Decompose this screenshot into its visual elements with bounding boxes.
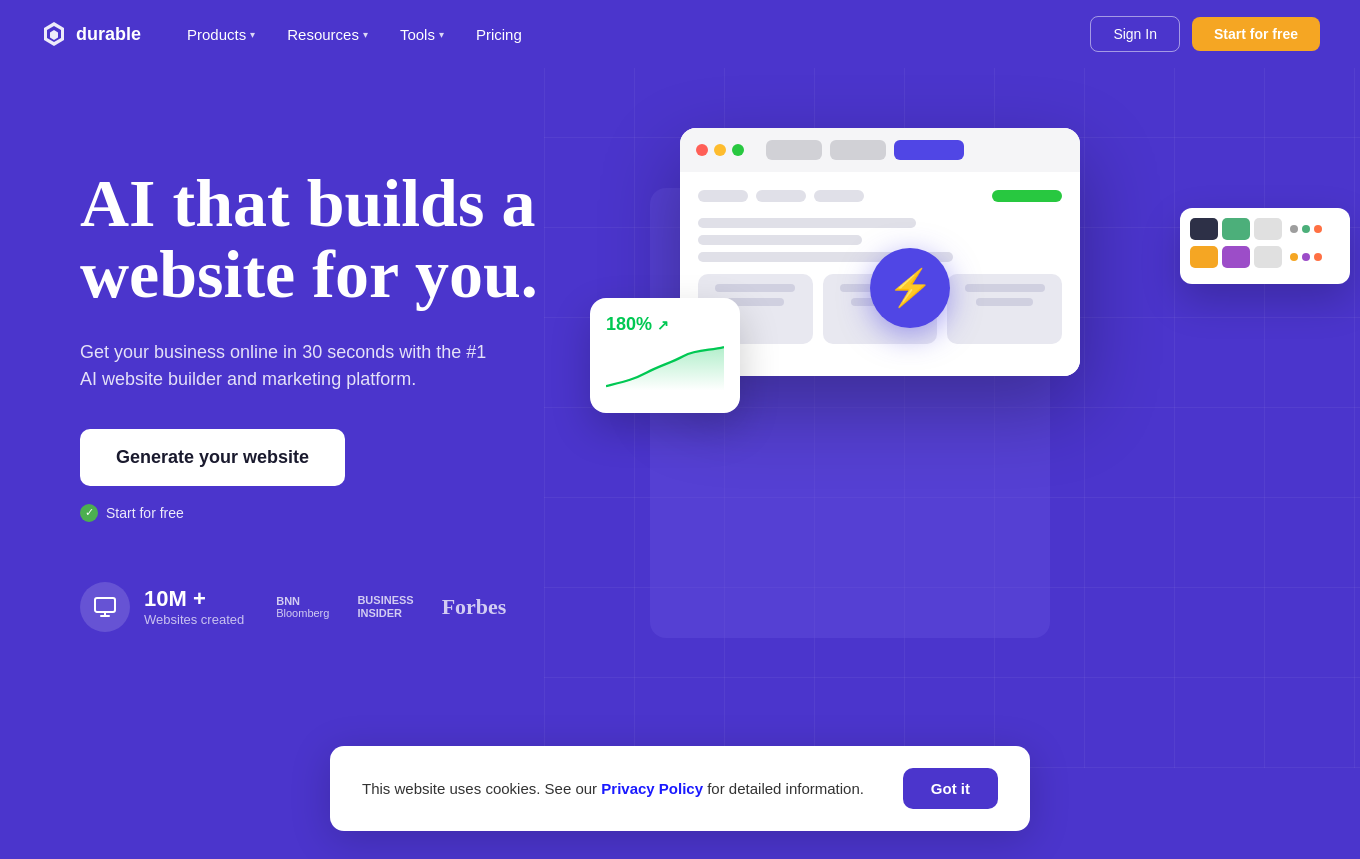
browser-tabs bbox=[766, 140, 964, 160]
lightning-icon: ⚡ bbox=[888, 267, 933, 309]
forbes-logo: Forbes bbox=[442, 594, 507, 620]
nav-block-3 bbox=[814, 190, 864, 202]
nav-pricing[interactable]: Pricing bbox=[462, 18, 536, 51]
start-free-note: ✓ Start for free bbox=[80, 504, 600, 522]
press-logos: BNN Bloomberg BUSINESS INSIDER Forbes bbox=[276, 594, 506, 620]
browser-tab-active bbox=[894, 140, 964, 160]
swatch-light-2 bbox=[1254, 246, 1282, 268]
growth-chart bbox=[606, 343, 724, 393]
lightning-circle: ⚡ bbox=[870, 248, 950, 328]
growth-arrow: ↗ bbox=[657, 317, 669, 333]
browser-text-lines bbox=[698, 218, 1062, 262]
swatch-purple bbox=[1222, 246, 1250, 268]
stat-label: Websites created bbox=[144, 612, 244, 627]
text-line-1 bbox=[698, 218, 916, 228]
palette-dot-2 bbox=[1302, 225, 1310, 233]
palette-dot-4 bbox=[1290, 253, 1298, 261]
text-line-2 bbox=[698, 235, 862, 245]
traffic-lights bbox=[696, 144, 744, 156]
nav-block-1 bbox=[698, 190, 748, 202]
palette-dot-6 bbox=[1314, 253, 1322, 261]
swatch-green bbox=[1222, 218, 1250, 240]
browser-nav-bar bbox=[698, 190, 1062, 202]
palette-row-2 bbox=[1190, 246, 1340, 268]
monitor-icon-wrap bbox=[80, 582, 130, 632]
chevron-down-icon: ▾ bbox=[439, 29, 444, 40]
palette-dot-3 bbox=[1314, 225, 1322, 233]
nav-products[interactable]: Products ▾ bbox=[173, 18, 269, 51]
hero-section: AI that builds a website for you. Get yo… bbox=[0, 68, 1360, 768]
hero-illustration: ⚡ 180% ↗ bbox=[600, 128, 1320, 688]
stat-websites: 10M + Websites created bbox=[80, 582, 244, 632]
hero-title: AI that builds a website for you. bbox=[80, 168, 600, 311]
start-for-free-nav-button[interactable]: Start for free bbox=[1192, 17, 1320, 51]
browser-tab-inactive bbox=[766, 140, 822, 160]
nav-resources[interactable]: Resources ▾ bbox=[273, 18, 382, 51]
checkmark-icon: ✓ bbox=[80, 504, 98, 522]
palette-card bbox=[1180, 208, 1350, 284]
durable-logo-icon bbox=[40, 20, 68, 48]
hero-content: AI that builds a website for you. Get yo… bbox=[80, 128, 600, 632]
logo[interactable]: durable bbox=[40, 20, 141, 48]
nav-cta-block bbox=[992, 190, 1062, 202]
swatch-orange bbox=[1190, 246, 1218, 268]
browser-mockup bbox=[680, 128, 1080, 376]
svg-rect-0 bbox=[95, 598, 115, 612]
browser-tab-inactive-2 bbox=[830, 140, 886, 160]
privacy-policy-link[interactable]: Privacy Policy bbox=[601, 780, 703, 797]
stat-count: 10M + bbox=[144, 586, 244, 612]
hero-subtitle: Get your business online in 30 seconds w… bbox=[80, 339, 500, 393]
navigation: durable Products ▾ Resources ▾ Tools ▾ P… bbox=[0, 0, 1360, 68]
chevron-down-icon: ▾ bbox=[250, 29, 255, 40]
logo-text: durable bbox=[76, 24, 141, 45]
growth-card: 180% ↗ bbox=[590, 298, 740, 413]
business-insider-logo: BUSINESS INSIDER bbox=[357, 594, 413, 620]
bnn-bloomberg-logo: BNN Bloomberg bbox=[276, 595, 329, 619]
nav-block-2 bbox=[756, 190, 806, 202]
swatch-dark bbox=[1190, 218, 1218, 240]
palette-dot-5 bbox=[1302, 253, 1310, 261]
nav-tools[interactable]: Tools ▾ bbox=[386, 18, 458, 51]
monitor-icon bbox=[93, 595, 117, 619]
minimize-traffic-light bbox=[714, 144, 726, 156]
nav-links: Products ▾ Resources ▾ Tools ▾ Pricing bbox=[173, 18, 1090, 51]
growth-percentage: 180% ↗ bbox=[606, 314, 724, 335]
swatch-light bbox=[1254, 218, 1282, 240]
got-it-button[interactable]: Got it bbox=[903, 768, 998, 809]
browser-titlebar bbox=[680, 128, 1080, 172]
palette-dot-1 bbox=[1290, 225, 1298, 233]
maximize-traffic-light bbox=[732, 144, 744, 156]
palette-row-1 bbox=[1190, 218, 1340, 240]
generate-website-button[interactable]: Generate your website bbox=[80, 429, 345, 486]
close-traffic-light bbox=[696, 144, 708, 156]
cookie-text: This website uses cookies. See our Priva… bbox=[362, 778, 879, 799]
grid-block-3 bbox=[947, 274, 1062, 344]
nav-actions: Sign In Start for free bbox=[1090, 16, 1320, 52]
cookie-banner: This website uses cookies. See our Priva… bbox=[330, 746, 1030, 831]
chevron-down-icon: ▾ bbox=[363, 29, 368, 40]
signin-button[interactable]: Sign In bbox=[1090, 16, 1180, 52]
hero-stats: 10M + Websites created BNN Bloomberg BUS… bbox=[80, 582, 600, 632]
